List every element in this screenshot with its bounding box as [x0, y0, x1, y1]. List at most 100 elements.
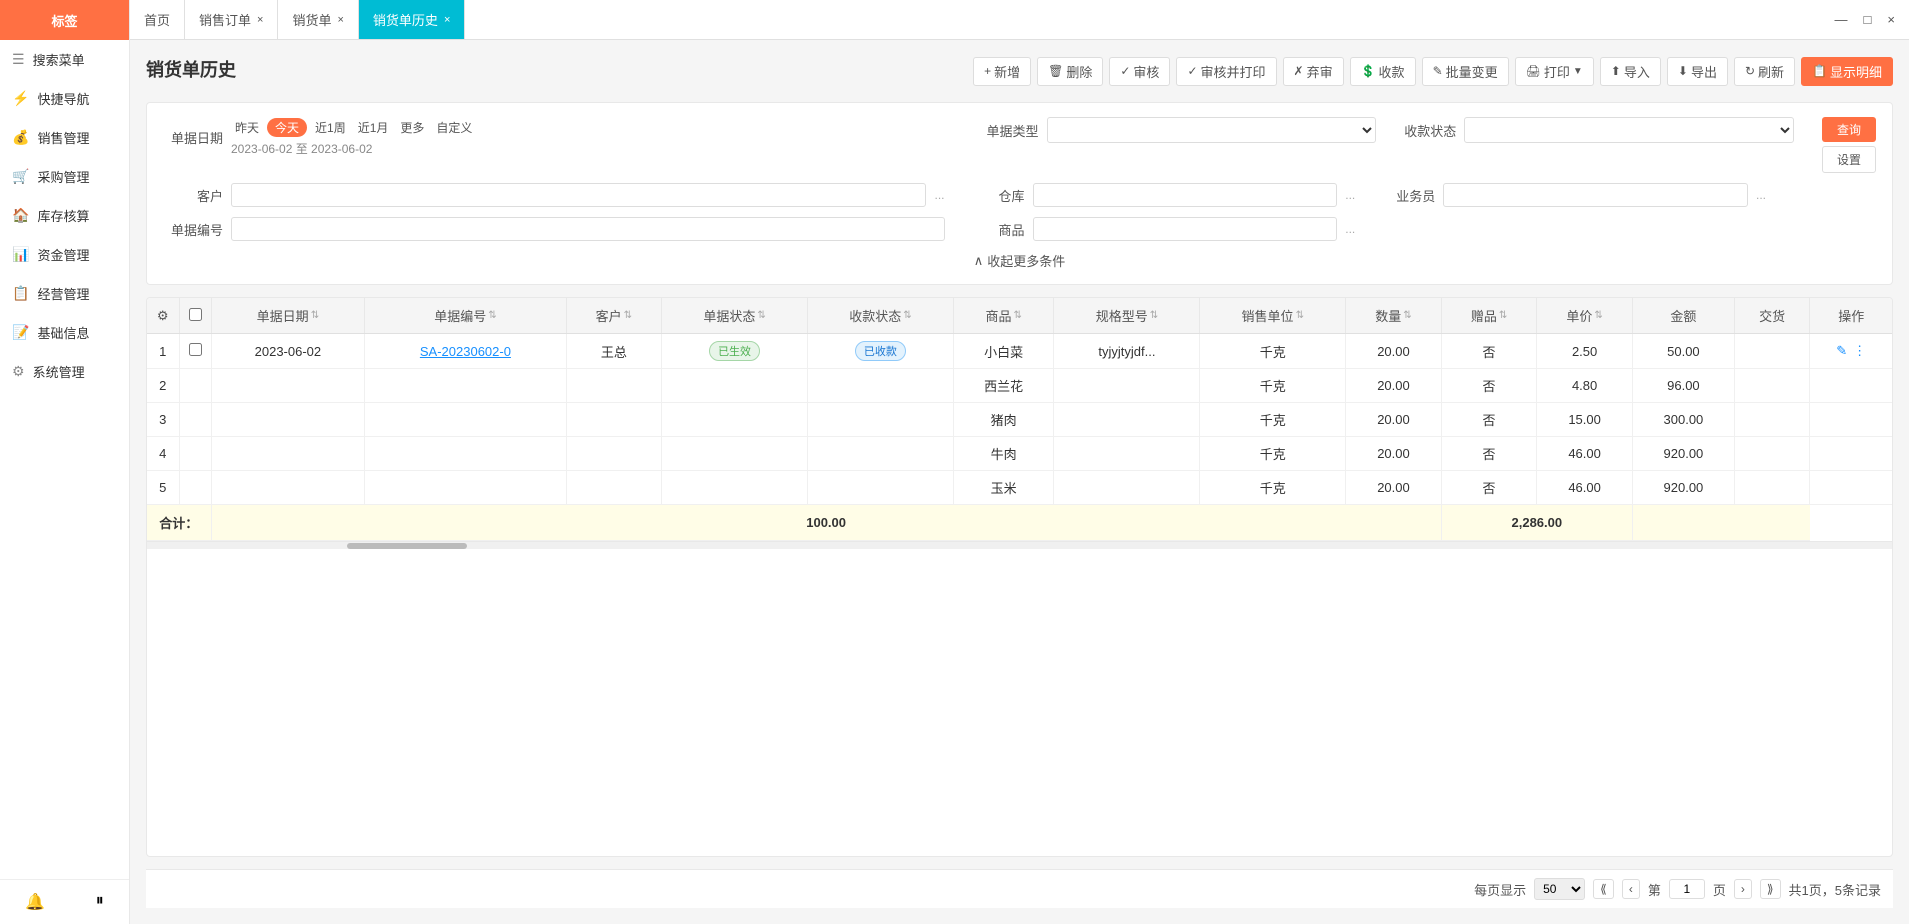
print-button[interactable]: 🖨 打印 ▼ — [1515, 57, 1594, 86]
goods-input[interactable] — [1033, 217, 1338, 241]
date-more[interactable]: 更多 — [396, 117, 428, 138]
row-checkbox[interactable] — [189, 343, 202, 356]
collapse-filter-button[interactable]: ∧ 收起更多条件 — [163, 251, 1876, 270]
date-today[interactable]: 今天 — [267, 118, 307, 137]
first-page-button[interactable]: ⟪ — [1593, 879, 1614, 899]
tab-sales-history[interactable]: 销货单历史 × — [359, 0, 465, 39]
show-detail-button[interactable]: 📋 显示明细 — [1801, 57, 1893, 86]
unit-price-cell: 46.00 — [1537, 471, 1633, 505]
tab-sales-goods[interactable]: 销货单 × — [278, 0, 358, 39]
select-all-checkbox[interactable] — [189, 308, 202, 321]
date-yesterday[interactable]: 昨天 — [231, 117, 263, 138]
customer-input[interactable] — [231, 183, 926, 207]
query-button[interactable]: 查询 — [1822, 117, 1876, 142]
warehouse-input[interactable] — [1033, 183, 1338, 207]
col-sales-unit[interactable]: 销售单位 ⇅ — [1200, 298, 1346, 334]
more-action[interactable]: ⋮ — [1853, 343, 1866, 358]
delete-icon: 🗑 — [1048, 64, 1063, 78]
date-last1month[interactable]: 近1月 — [354, 117, 393, 138]
import-button[interactable]: ⬆ 导入 — [1600, 57, 1661, 86]
next-page-button[interactable]: › — [1734, 879, 1752, 899]
tab-home[interactable]: 首页 — [130, 0, 185, 39]
export-button[interactable]: ⬇ 导出 — [1667, 57, 1728, 86]
col-quantity[interactable]: 数量 ⇅ — [1346, 298, 1442, 334]
close-sales-history-tab[interactable]: × — [444, 14, 450, 26]
close-sales-goods-tab[interactable]: × — [337, 14, 343, 26]
col-customer[interactable]: 客户 ⇅ — [566, 298, 662, 334]
doc-no-cell — [365, 369, 566, 403]
sidebar-item-basic-info[interactable]: 📝 基础信息 — [0, 313, 129, 352]
query-buttons: 查询 设置 — [1822, 117, 1876, 173]
col-payment-status[interactable]: 收款状态 ⇅ — [808, 298, 954, 334]
transaction-cell — [1734, 437, 1809, 471]
edit-action[interactable]: ✎ — [1836, 343, 1847, 358]
last-page-button[interactable]: ⟫ — [1760, 879, 1781, 899]
date-custom[interactable]: 自定义 — [432, 117, 476, 138]
audit-button[interactable]: ✓ 审核 — [1109, 57, 1170, 86]
prev-page-button[interactable]: ‹ — [1622, 879, 1640, 899]
doc-no-cell: SA-20230602-0 — [365, 334, 566, 369]
sidebar-item-label: 库存核算 — [37, 206, 89, 225]
sidebar-item-quick-nav[interactable]: ⚡ 快捷导航 — [0, 79, 129, 118]
refresh-button[interactable]: ↻ 刷新 — [1734, 57, 1795, 86]
doc-no-input[interactable] — [231, 217, 945, 241]
salesperson-input[interactable] — [1443, 183, 1748, 207]
sidebar-item-search-menu[interactable]: ☰ 搜索菜单 — [0, 40, 129, 79]
pause-icon[interactable]: ⏸ — [96, 892, 104, 912]
customer-dots[interactable]: ... — [934, 188, 944, 202]
sidebar-item-finance[interactable]: 📊 资金管理 — [0, 235, 129, 274]
sidebar-item-sales-mgmt[interactable]: 💰 销售管理 — [0, 118, 129, 157]
col-settings[interactable]: ⚙ — [147, 298, 179, 334]
col-goods[interactable]: 商品 ⇅ — [953, 298, 1054, 334]
gift-cell: 否 — [1441, 471, 1537, 505]
spec-model-cell — [1054, 369, 1200, 403]
col-doc-no[interactable]: 单据编号 ⇅ — [365, 298, 566, 334]
doc-date-cell: 2023-06-02 — [211, 334, 365, 369]
notification-icon[interactable]: 🔔 — [25, 892, 45, 912]
abandon-button[interactable]: ✗ 弃审 — [1283, 57, 1344, 86]
col-doc-date[interactable]: 单据日期 ⇅ — [211, 298, 365, 334]
table-footer: 合计： 100.00 2,286.00 — [147, 505, 1892, 541]
search-menu-icon: ☰ — [12, 51, 25, 68]
collection-status-select[interactable] — [1464, 117, 1794, 143]
page-number-input[interactable] — [1669, 879, 1705, 899]
col-unit-price[interactable]: 单价 ⇅ — [1537, 298, 1633, 334]
goods-dots[interactable]: ... — [1345, 222, 1355, 236]
filter-row-3: 单据编号 商品 ... — [163, 217, 1876, 241]
close-sales-order-tab[interactable]: × — [257, 14, 263, 26]
scroll-thumb[interactable] — [347, 543, 467, 549]
new-button[interactable]: + 新增 — [973, 57, 1031, 86]
delete-button[interactable]: 🗑 删除 — [1037, 57, 1103, 86]
doc-status-cell — [662, 437, 808, 471]
warehouse-dots[interactable]: ... — [1345, 188, 1355, 202]
doc-no-link[interactable]: SA-20230602-0 — [420, 344, 511, 359]
row-num-cell: 4 — [147, 437, 179, 471]
settings-button[interactable]: 设置 — [1822, 146, 1876, 173]
restore-button[interactable]: □ — [1858, 10, 1878, 29]
new-icon: + — [984, 64, 991, 78]
col-doc-status[interactable]: 单据状态 ⇅ — [662, 298, 808, 334]
tab-sales-order[interactable]: 销售订单 × — [185, 0, 278, 39]
data-table-wrapper: ⚙ 单据日期 ⇅ 单据编号 — [146, 297, 1893, 857]
sidebar-item-operations[interactable]: 📋 经营管理 — [0, 274, 129, 313]
goods-cell: 牛肉 — [953, 437, 1054, 471]
table-settings-icon[interactable]: ⚙ — [157, 308, 169, 323]
status-badge: 已生效 — [709, 341, 760, 361]
collect-button[interactable]: 💲 收款 — [1350, 57, 1416, 86]
batch-change-button[interactable]: ✎ 批量变更 — [1422, 57, 1509, 86]
audit-print-button[interactable]: ✓ 审核并打印 — [1176, 57, 1276, 86]
date-last7days[interactable]: 近1周 — [311, 117, 350, 138]
salesperson-dots[interactable]: ... — [1756, 188, 1766, 202]
table-row: 3猪肉千克20.00否15.00300.00 — [147, 403, 1892, 437]
col-spec-model[interactable]: 规格型号 ⇅ — [1054, 298, 1200, 334]
sidebar-item-system-mgmt[interactable]: ⚙ 系统管理 — [0, 352, 129, 391]
sidebar-item-inventory[interactable]: 🏠 库存核算 — [0, 196, 129, 235]
minimize-button[interactable]: — — [1829, 10, 1854, 29]
close-button[interactable]: × — [1881, 10, 1901, 29]
sidebar-item-purchase-mgmt[interactable]: 🛒 采购管理 — [0, 157, 129, 196]
col-gift[interactable]: 赠品 ⇅ — [1441, 298, 1537, 334]
sidebar-item-label: 系统管理 — [33, 362, 85, 381]
doc-type-select[interactable] — [1047, 117, 1377, 143]
horizontal-scrollbar[interactable] — [147, 541, 1892, 549]
per-page-select[interactable]: 50 100 200 — [1534, 878, 1585, 900]
